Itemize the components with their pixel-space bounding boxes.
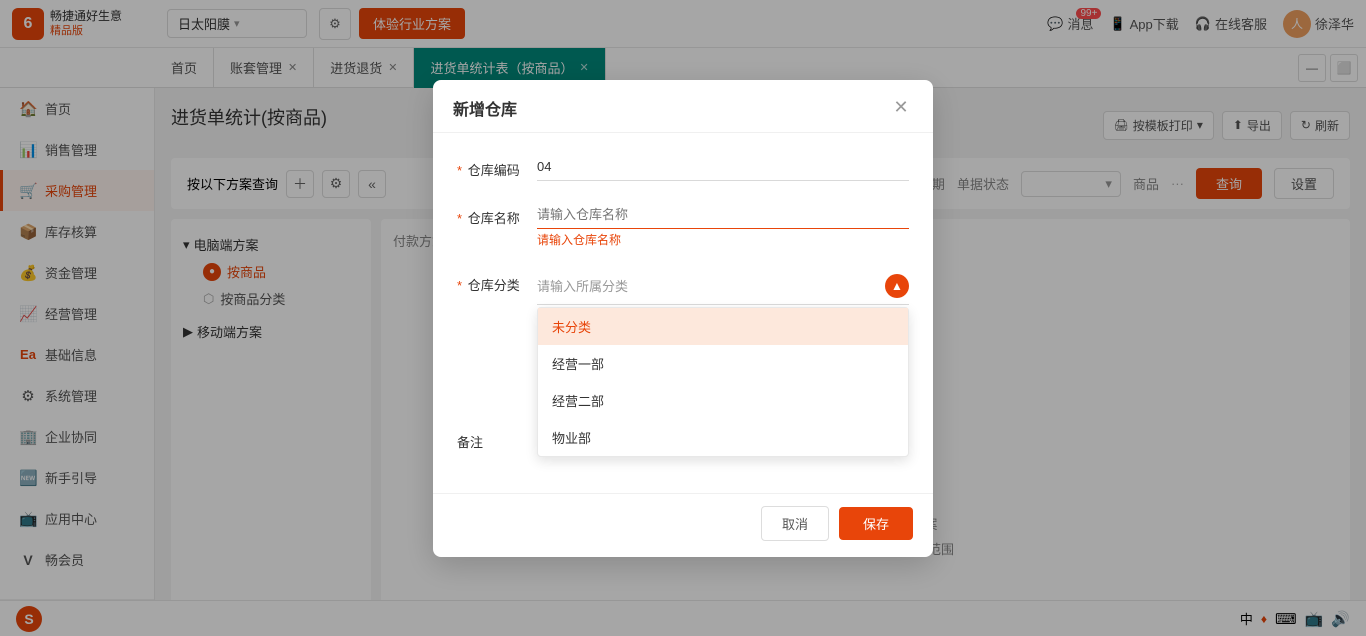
modal-overlay[interactable]: 新增仓库 ✕ * 仓库编码 * 仓库名称 — [0, 0, 1366, 636]
category-label: * 仓库分类 — [457, 268, 537, 294]
name-input-wrap: 请输入仓库名称 — [537, 201, 909, 248]
dropdown-option-2[interactable]: 经营二部 — [538, 382, 908, 419]
dropdown-option-0[interactable]: 未分类 — [538, 308, 908, 345]
form-row-code: * 仓库编码 — [457, 153, 909, 181]
form-row-category: * 仓库分类 请输入所属分类 ▲ 未分类 经营一部 经营二部 物业部 — [457, 268, 909, 305]
code-input-wrap — [537, 153, 909, 181]
dialog-header: 新增仓库 ✕ — [433, 80, 933, 133]
category-placeholder: 请输入所属分类 — [537, 276, 628, 295]
dialog-close-button[interactable]: ✕ — [889, 96, 913, 120]
dropdown-option-3[interactable]: 物业部 — [538, 419, 908, 456]
save-button[interactable]: 保存 — [839, 507, 913, 540]
form-row-name: * 仓库名称 请输入仓库名称 — [457, 201, 909, 248]
name-input[interactable] — [537, 201, 909, 229]
dialog-title: 新增仓库 — [453, 96, 517, 120]
name-error-msg: 请输入仓库名称 — [537, 231, 909, 248]
add-warehouse-dialog: 新增仓库 ✕ * 仓库编码 * 仓库名称 — [433, 80, 933, 557]
code-input[interactable] — [537, 153, 909, 181]
dialog-footer: 取消 保存 — [433, 493, 933, 557]
category-dropdown: 未分类 经营一部 经营二部 物业部 — [537, 307, 909, 457]
category-select-arrow[interactable]: ▲ — [885, 274, 909, 298]
note-label: 备注 — [457, 425, 537, 451]
name-label: * 仓库名称 — [457, 201, 537, 227]
category-input-wrap: 请输入所属分类 ▲ 未分类 经营一部 经营二部 物业部 — [537, 268, 909, 305]
dropdown-option-1[interactable]: 经营一部 — [538, 345, 908, 382]
category-select[interactable]: 请输入所属分类 ▲ — [537, 268, 909, 305]
code-label: * 仓库编码 — [457, 153, 537, 179]
cancel-button[interactable]: 取消 — [761, 506, 829, 541]
dialog-body: * 仓库编码 * 仓库名称 请输入仓库名称 — [433, 133, 933, 493]
